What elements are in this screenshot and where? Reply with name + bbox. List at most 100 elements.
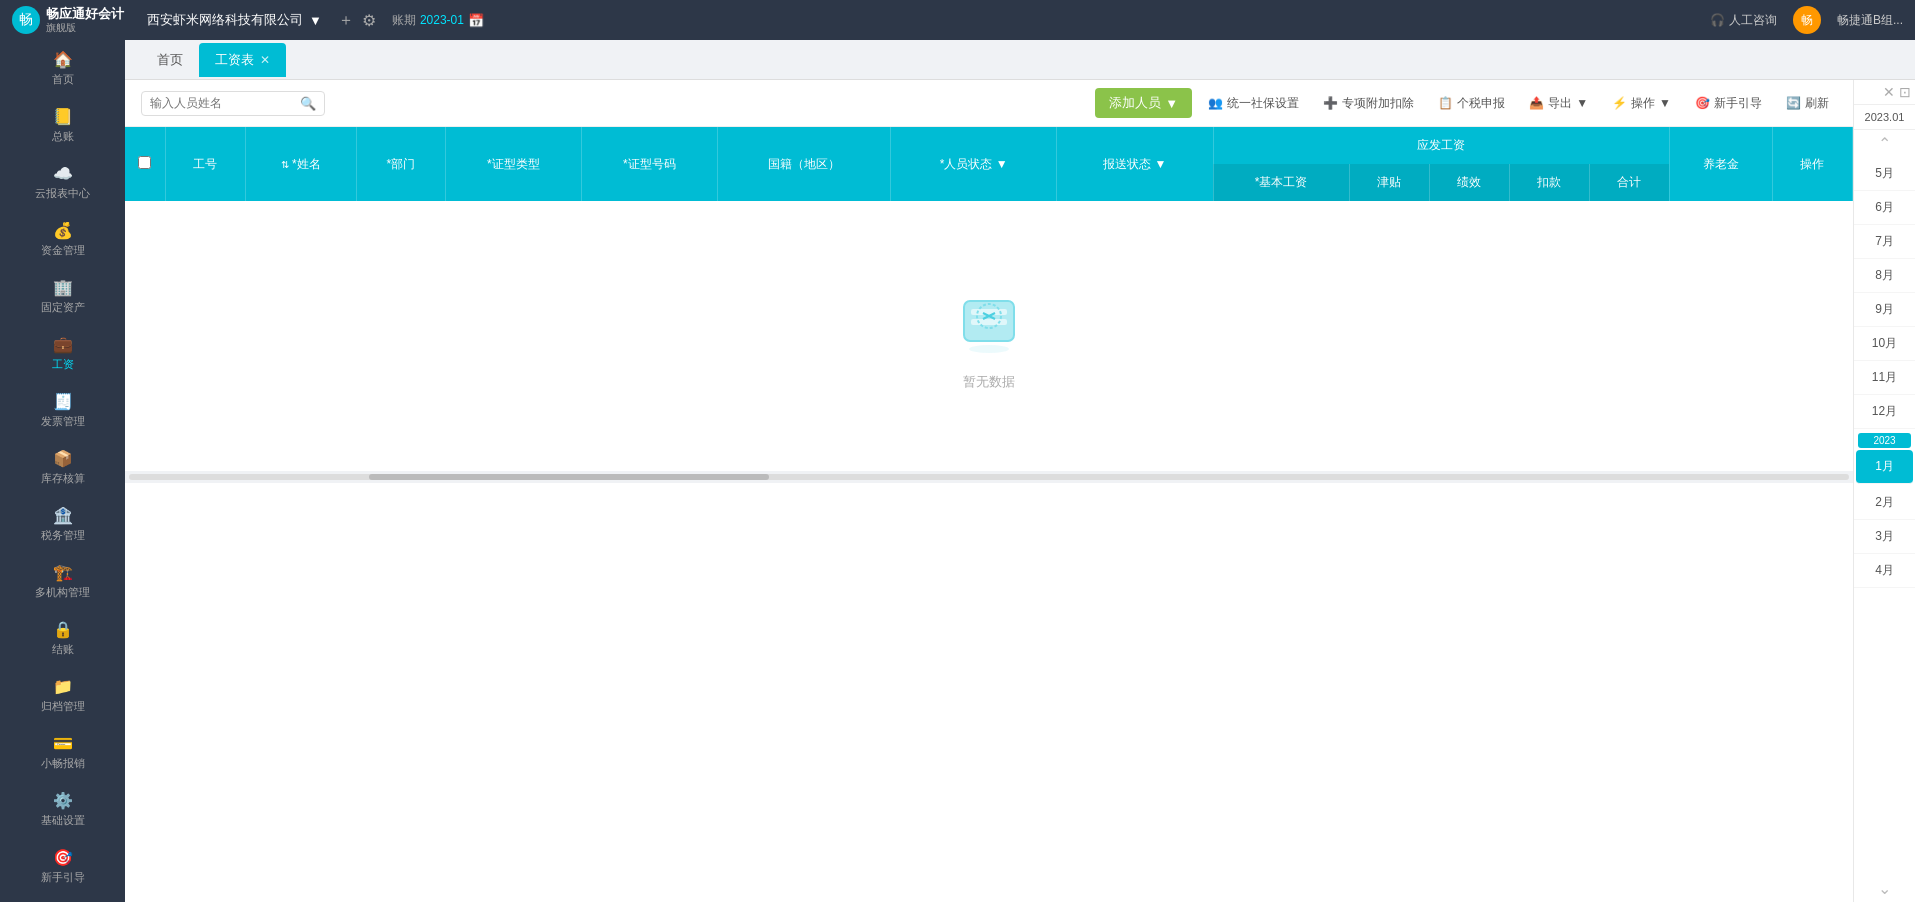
sidebar: 🏠首页📒总账☁️云报表中心💰资金管理🏢固定资产💼工资🧾发票管理📦库存核算🏦税务管… [0,40,125,902]
salary-table: 工号 ⇅ *姓名 *部门 *证型类型 *证型号码 国籍（地区） *人员状态 ▼ [125,127,1853,201]
svg-rect-1 [971,309,1007,315]
period-value[interactable]: 2023-01 [420,13,464,27]
table-header-row-1: 工号 ⇅ *姓名 *部门 *证型类型 *证型号码 国籍（地区） *人员状态 ▼ [125,127,1853,164]
guide-action[interactable]: 🎯 新手引导 [1687,91,1770,116]
tax-report-action[interactable]: 📋 个税申报 [1430,91,1513,116]
empty-text: 暂无数据 [963,373,1015,391]
month-item-1[interactable]: 1月 [1856,450,1913,484]
sidebar-item-ledger[interactable]: 📒总账 [0,97,125,154]
company-selector[interactable]: 西安虾米网络科技有限公司 ▼ [147,11,322,29]
sidebar-item-multi[interactable]: 🏗️多机构管理 [0,553,125,610]
fund-icon: 💰 [53,221,73,240]
scroll-down-button[interactable]: ⌄ [1854,875,1915,902]
th-name: ⇅ *姓名 [245,127,356,201]
guide-icon: 🎯 [1695,96,1710,110]
tab-salary-table[interactable]: 工资表 ✕ [199,43,286,77]
sidebar-item-report[interactable]: ☁️云报表中心 [0,154,125,211]
sidebar-item-tax[interactable]: 🏦税务管理 [0,496,125,553]
header-actions: ＋ ⚙ [338,10,376,31]
svg-point-6 [969,345,1009,353]
support-button[interactable]: 🎧 人工咨询 [1710,12,1777,29]
th-report-status: 报送状态 ▼ [1057,127,1214,201]
expense-icon: 💳 [53,734,73,753]
sidebar-item-expense[interactable]: 💳小畅报销 [0,724,125,781]
th-salary-group: 应发工资 [1213,127,1669,164]
add-company-icon[interactable]: ＋ [338,10,354,31]
month-item-7[interactable]: 7月 [1854,225,1915,259]
panel-expand-icon[interactable]: ⊡ [1899,84,1911,100]
sidebar-label-inventory: 库存核算 [41,471,85,486]
month-item-3[interactable]: 3月 [1854,520,1915,554]
period-display: 2023.01 [1854,105,1915,130]
month-item-10[interactable]: 10月 [1854,327,1915,361]
export-label: 导出 [1548,95,1572,112]
asset-icon: 🏢 [53,278,73,297]
logo-area: 畅 畅应通好会计 旗舰版 [12,6,137,34]
sidebar-item-guide[interactable]: 🎯新手引导 [0,838,125,895]
operations-action[interactable]: ⚡ 操作 ▼ [1604,91,1679,116]
sidebar-label-salary: 工资 [52,357,74,372]
month-item-2[interactable]: 2月 [1854,486,1915,520]
search-icon[interactable]: 🔍 [300,96,316,111]
year-badge: 2023 [1858,433,1911,448]
th-number: 工号 [165,127,245,201]
refresh-action[interactable]: 🔄 刷新 [1778,91,1837,116]
guide-label: 新手引导 [1714,95,1762,112]
home-icon: 🏠 [53,50,73,69]
tax-icon: 🏦 [53,506,73,525]
checkbox-header[interactable] [125,127,165,201]
top-header: 畅 畅应通好会计 旗舰版 西安虾米网络科技有限公司 ▼ ＋ ⚙ 账期 2023-… [0,0,1915,40]
th-performance: 绩效 [1429,164,1509,201]
operations-chevron-icon: ▼ [1659,96,1671,110]
sidebar-label-ledger: 总账 [52,129,74,144]
close-icon: 🔒 [53,620,73,639]
add-person-button[interactable]: 添加人员 ▼ [1095,88,1192,118]
sidebar-item-home[interactable]: 🏠首页 [0,40,125,97]
month-item-9[interactable]: 9月 [1854,293,1915,327]
select-all-checkbox[interactable] [138,156,151,169]
th-base-salary: *基本工资 [1213,164,1349,201]
user-name[interactable]: 畅捷通B组... [1837,12,1903,29]
app-name: 畅应通好会计 [46,6,124,22]
user-avatar: 畅 [1793,6,1821,34]
sidebar-item-asset[interactable]: 🏢固定资产 [0,268,125,325]
deduction-label: 专项附加扣除 [1342,95,1414,112]
month-item-5[interactable]: 5月 [1854,157,1915,191]
settings-icon[interactable]: ⚙ [362,11,376,30]
report-filter-icon[interactable]: ▼ [1155,157,1167,171]
calendar-icon[interactable]: 📅 [468,13,484,28]
deduction-action[interactable]: ➕ 专项附加扣除 [1315,91,1422,116]
export-icon: 📤 [1529,96,1544,110]
panel-close-icon[interactable]: ✕ [1883,84,1895,100]
report-icon: ☁️ [53,164,73,183]
support-label: 人工咨询 [1729,12,1777,29]
tab-home-label: 首页 [157,52,183,67]
tab-close-icon[interactable]: ✕ [260,53,270,67]
month-item-4[interactable]: 4月 [1854,554,1915,588]
sidebar-item-salary[interactable]: 💼工资 [0,325,125,382]
tab-home[interactable]: 首页 [141,43,199,77]
sidebar-item-settings[interactable]: ⚙️基础设置 [0,781,125,838]
th-department: *部门 [356,127,445,201]
sidebar-label-invoice: 发票管理 [41,414,85,429]
sidebar-item-archive[interactable]: 📁归档管理 [0,667,125,724]
search-input[interactable] [150,96,300,110]
social-security-action[interactable]: 👥 统一社保设置 [1200,91,1307,116]
month-item-6[interactable]: 6月 [1854,191,1915,225]
status-filter-icon[interactable]: ▼ [996,157,1008,171]
sidebar-item-member[interactable]: 👑畅会员 [0,895,125,902]
export-action[interactable]: 📤 导出 ▼ [1521,91,1596,116]
scroll-up-button[interactable]: ⌃ [1854,130,1915,157]
month-item-12[interactable]: 12月 [1854,395,1915,429]
scroll-track[interactable] [129,474,1849,480]
sidebar-item-inventory[interactable]: 📦库存核算 [0,439,125,496]
month-item-11[interactable]: 11月 [1854,361,1915,395]
th-pension: 养老金 [1669,127,1772,201]
sidebar-label-settings: 基础设置 [41,813,85,828]
sidebar-item-invoice[interactable]: 🧾发票管理 [0,382,125,439]
th-status: *人员状态 ▼ [891,127,1057,201]
sidebar-item-fund[interactable]: 💰资金管理 [0,211,125,268]
scroll-thumb[interactable] [369,474,769,480]
sidebar-item-close[interactable]: 🔒结账 [0,610,125,667]
month-item-8[interactable]: 8月 [1854,259,1915,293]
